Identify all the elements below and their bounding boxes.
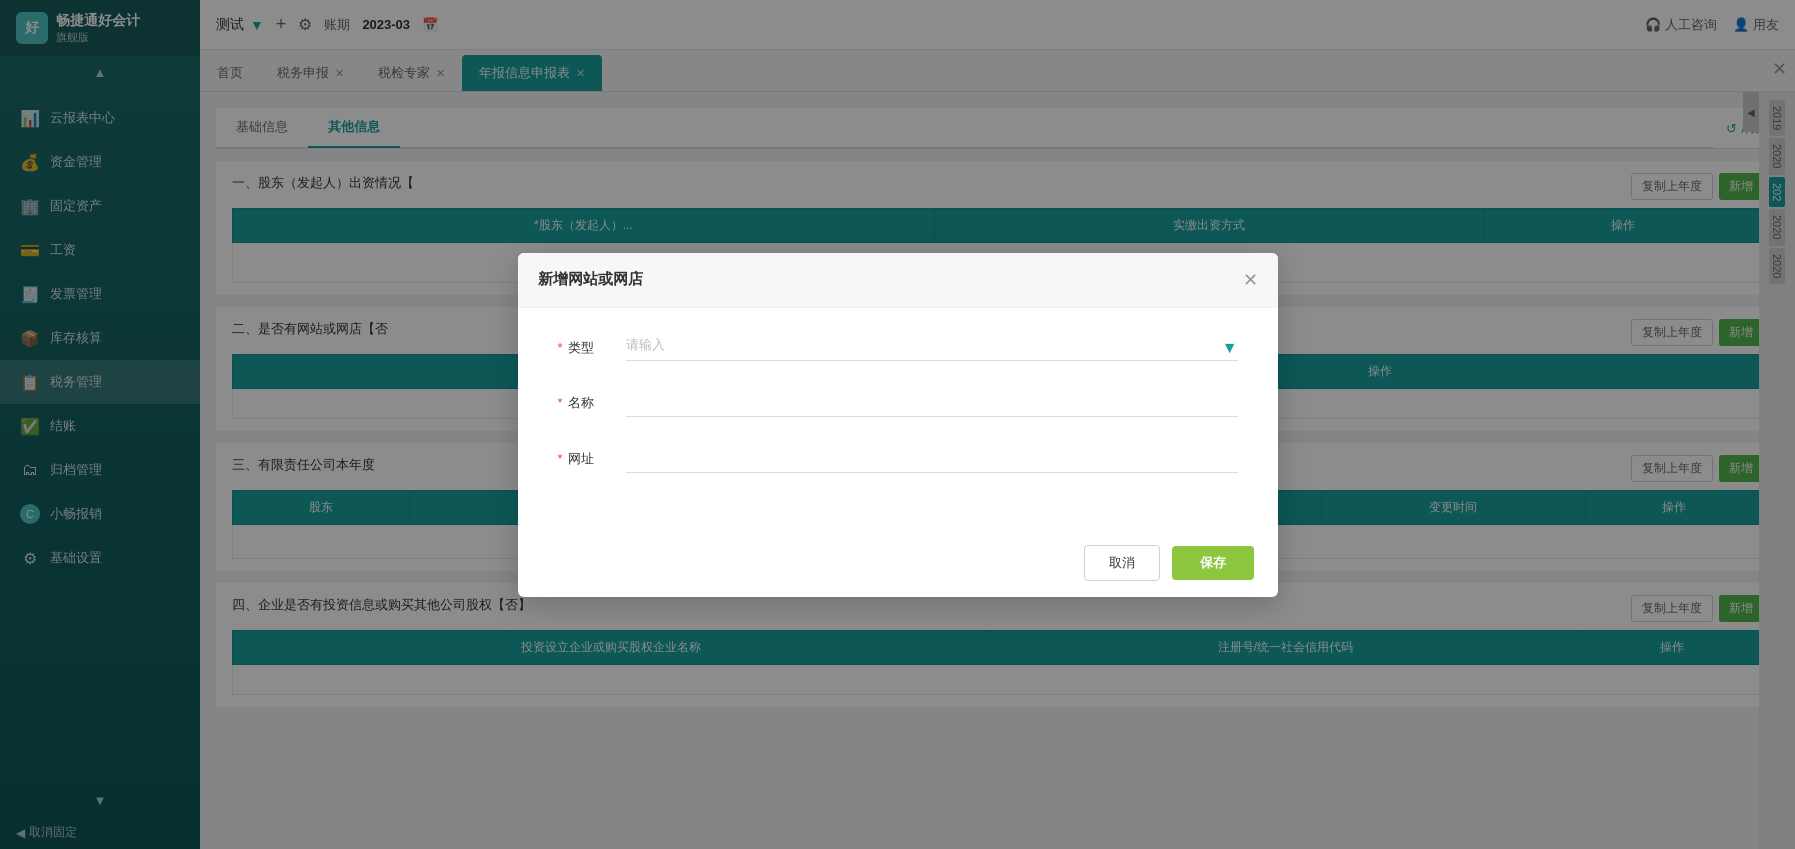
type-dropdown-icon[interactable]: ▼ [1222, 339, 1238, 357]
name-label: * 名称 [558, 394, 618, 412]
type-label: * 类型 [558, 339, 618, 357]
modal-header: 新增网站或网店 ✕ [518, 253, 1278, 308]
type-placeholder: 请输入 [626, 336, 665, 354]
url-required-mark: * [558, 451, 563, 466]
name-required-mark: * [558, 395, 563, 410]
save-btn[interactable]: 保存 [1172, 546, 1254, 580]
type-required-mark: * [558, 340, 563, 355]
type-field: 请输入 ▼ [626, 336, 1238, 361]
url-label: * 网址 [558, 450, 618, 468]
modal-title: 新增网站或网店 [538, 270, 643, 289]
modal-body: * 类型 请输入 ▼ * 名称 [518, 308, 1278, 529]
form-item-name: * 名称 [558, 389, 1238, 417]
modal-footer: 取消 保存 [518, 529, 1278, 597]
modal-overlay: 新增网站或网店 ✕ * 类型 请输入 ▼ * [0, 0, 1795, 849]
modal-add-website: 新增网站或网店 ✕ * 类型 请输入 ▼ * [518, 253, 1278, 597]
name-field [626, 389, 1238, 417]
url-input[interactable] [626, 445, 1238, 473]
cancel-btn[interactable]: 取消 [1084, 545, 1160, 581]
type-label-text: 类型 [568, 340, 594, 355]
name-label-text: 名称 [568, 395, 594, 410]
modal-close-btn[interactable]: ✕ [1243, 269, 1258, 291]
form-item-url: * 网址 [558, 445, 1238, 473]
name-input[interactable] [626, 389, 1238, 417]
url-field [626, 445, 1238, 473]
form-item-type: * 类型 请输入 ▼ [558, 336, 1238, 361]
url-label-text: 网址 [568, 451, 594, 466]
